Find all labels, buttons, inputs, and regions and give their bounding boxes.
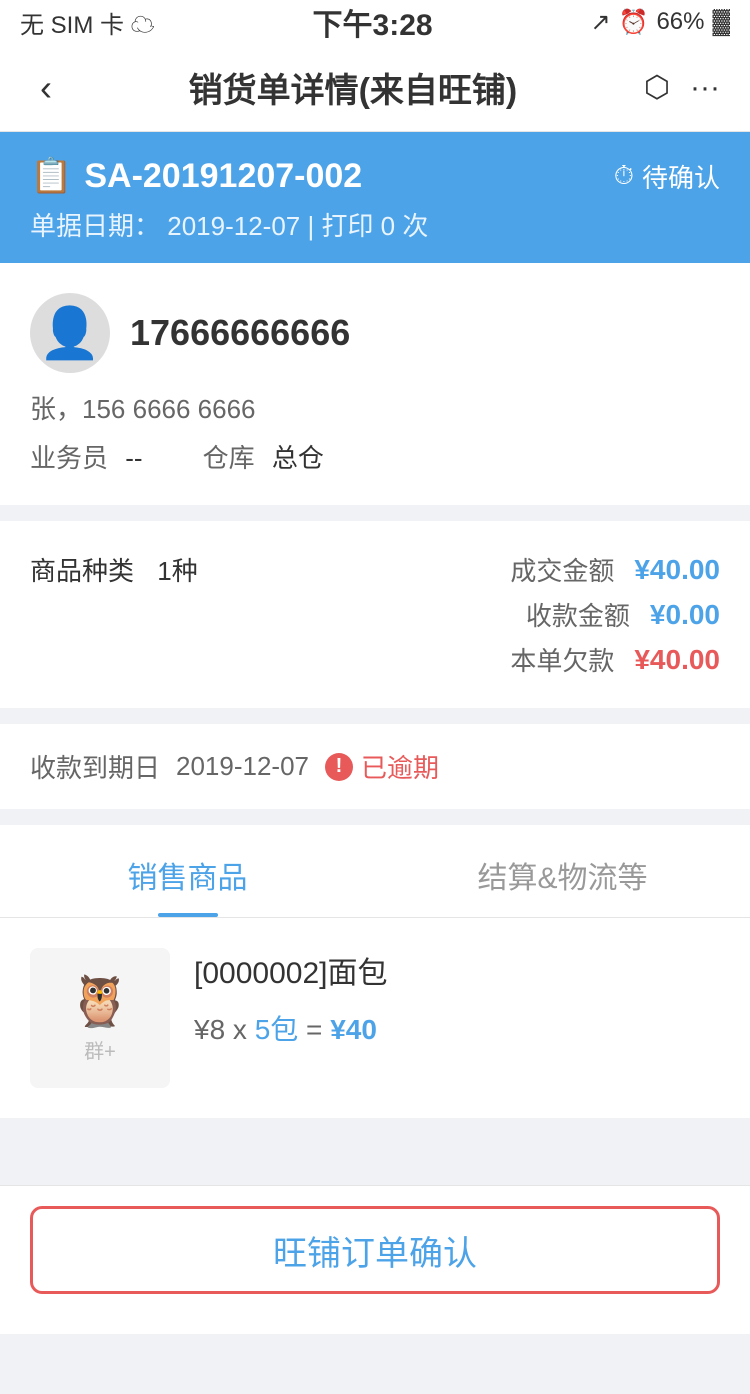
received-row: 收款金额 ¥0.00 [526,596,720,633]
warehouse-info: 仓库 总仓 [203,438,324,475]
tabs-row: 销售商品 结算&物流等 [0,825,750,918]
tab-settlement[interactable]: 结算&物流等 [375,825,750,917]
order-id: 📋 SA-20191207-002 [30,156,362,196]
back-button[interactable]: ‹ [30,57,62,119]
overdue-dot: ! [325,753,353,781]
order-id-row: 📋 SA-20191207-002 ⏱ 待确认 [30,156,720,196]
customer-meta: 业务员 -- 仓库 总仓 [30,438,720,475]
sales-info: 业务员 -- [30,438,143,475]
customer-main: 👤 17666666666 [30,293,720,373]
order-header: 📋 SA-20191207-002 ⏱ 待确认 单据日期： 2019-12-07… [0,132,750,263]
product-thumbnail: 🦉 群+ [30,948,170,1088]
tabs-section: 销售商品 结算&物流等 [0,825,750,918]
avatar-icon: 👤 [39,304,101,363]
status-left: 无 SIM 卡 ☁ [20,5,155,40]
location-icon: ↗ [590,8,610,37]
customer-phone: 17666666666 [130,312,350,354]
stats-section: 商品种类 1种 成交金额 ¥40.00 收款金额 ¥0.00 本单欠款 ¥40.… [0,521,750,708]
status-bar: 无 SIM 卡 ☁ 下午3:28 ↗ ⏰ 66% ▓ [0,0,750,44]
product-section: 🦉 群+ [0000002]面包 ¥8 x 5包 = ¥40 [0,918,750,1118]
tab-products[interactable]: 销售商品 [0,825,375,917]
order-date-row: 单据日期： 2019-12-07 | 打印 0 次 [30,206,720,243]
avatar: 👤 [30,293,110,373]
status-time: 下午3:28 [313,0,433,44]
debt-row: 本单欠款 ¥40.00 [510,641,720,678]
battery-icon: ▓ [712,8,730,36]
battery-level: 66% [656,8,704,36]
alarm-icon: ⏰ [619,8,649,37]
product-thumb-text: 群+ [84,1035,116,1064]
amount-row: 成交金额 ¥40.00 [510,551,720,588]
product-name: [0000002]面包 [194,948,720,992]
customer-section: 👤 17666666666 张，156 6666 6666 业务员 -- 仓库 … [0,263,750,505]
due-section: 收款到期日 2019-12-07 ! 已逾期 [0,724,750,809]
sim-status: 无 SIM 卡 ☁ [20,5,155,40]
product-price: ¥8 x 5包 = ¥40 [194,1008,720,1048]
more-button[interactable]: ··· [690,71,720,105]
category-stat: 商品种类 1种 [30,551,198,588]
share-button[interactable]: ⬡ [644,70,670,105]
stats-right: 成交金额 ¥40.00 收款金额 ¥0.00 本单欠款 ¥40.00 [510,551,720,678]
customer-name: 张，156 6666 6666 [30,389,720,426]
nav-bar: ‹ 销货单详情(来自旺铺) ⬡ ··· [0,44,750,132]
stats-left: 商品种类 1种 [30,551,198,588]
status-right: ↗ ⏰ 66% ▓ [590,8,730,37]
nav-actions: ⬡ ··· [644,70,720,105]
page-title: 销货单详情(来自旺铺) [189,63,518,112]
product-thumb-icon: 🦉 [69,972,131,1031]
confirm-order-button[interactable]: 旺铺订单确认 [30,1206,720,1294]
product-info: [0000002]面包 ¥8 x 5包 = ¥40 [194,948,720,1048]
clock-icon: ⏱ [614,160,634,192]
bottom-bar: 旺铺订单确认 [0,1185,750,1334]
order-icon: 📋 [30,156,72,196]
overdue-badge: ! 已逾期 [325,748,439,785]
order-status: ⏱ 待确认 [614,158,720,195]
